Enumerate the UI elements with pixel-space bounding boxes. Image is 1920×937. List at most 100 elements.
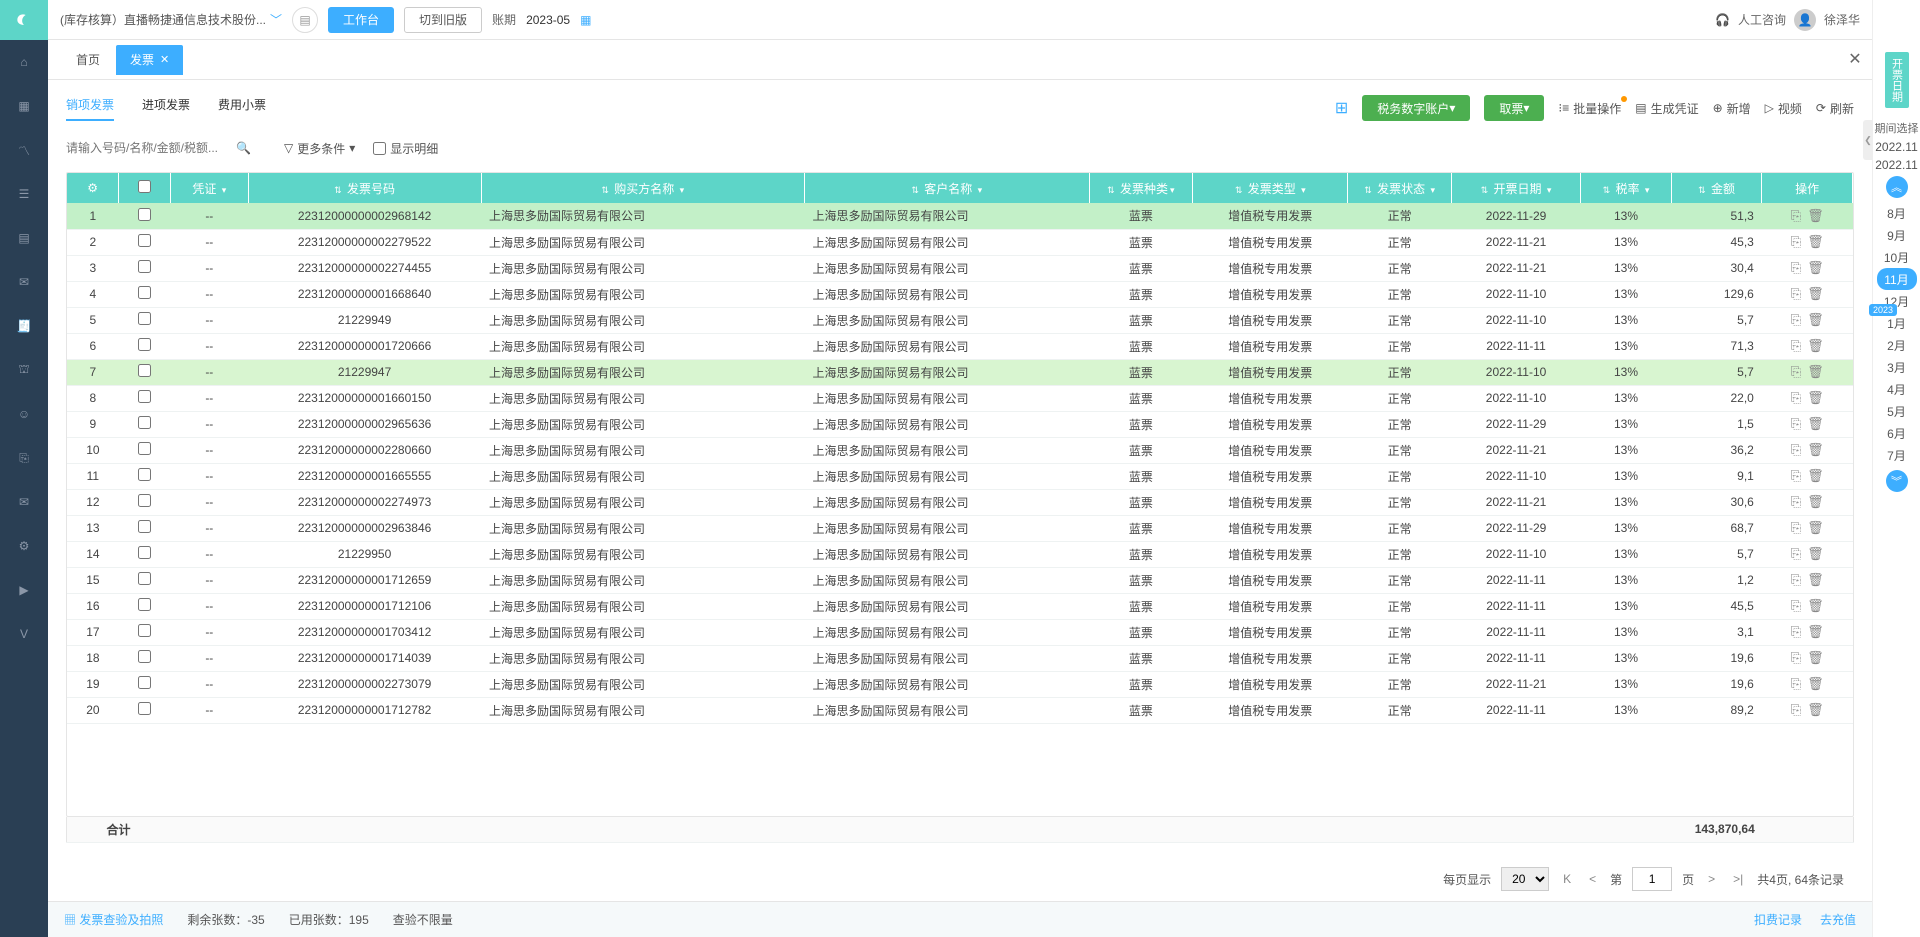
next-page-button[interactable]: > [1704,872,1719,886]
row-checkbox[interactable] [138,546,151,559]
nav-item-icon[interactable]: V [0,612,48,656]
table-row[interactable]: 13--22312000000002963846上海思多励国际贸易有限公司上海思… [67,515,1853,541]
edit-icon[interactable]: ⎘ [1791,494,1801,509]
table-row[interactable]: 8--22312000000001660150上海思多励国际贸易有限公司上海思多… [67,385,1853,411]
delete-icon[interactable]: 🗑 [1807,676,1824,691]
col-kind[interactable]: ⇅ 发票种类▾ [1089,173,1193,203]
rail-down-button[interactable]: ︾ [1886,470,1908,492]
tax-account-button[interactable]: 税务数字账户 ▾ [1362,95,1470,121]
col-rate[interactable]: ⇅ 税率 ▾ [1581,173,1672,203]
col-customer[interactable]: ⇅ 客户名称 ▾ [804,173,1089,203]
refresh-link[interactable]: ⟳ 刷新 [1816,100,1854,117]
delete-icon[interactable]: 🗑 [1807,312,1824,327]
edit-icon[interactable]: ⎘ [1791,702,1801,717]
delete-icon[interactable]: 🗑 [1807,572,1824,587]
table-row[interactable]: 14--21229950上海思多励国际贸易有限公司上海思多励国际贸易有限公司蓝票… [67,541,1853,567]
batch-op-link[interactable]: ⁝≡ 批量操作 [1558,100,1621,117]
avatar-icon[interactable]: 👤 [1794,9,1816,31]
more-filter-link[interactable]: ▽ 更多条件 ▾ [284,140,355,157]
nav-item-icon[interactable]: ▶ [0,568,48,612]
nav-settings-icon[interactable]: ⚙ [0,524,48,568]
row-checkbox[interactable] [138,338,151,351]
rail-year[interactable]: 2022.11 [1875,158,1918,172]
rail-month[interactable]: 11月 [1877,268,1917,290]
edit-icon[interactable]: ⎘ [1791,546,1801,561]
row-checkbox[interactable] [138,598,151,611]
rail-year[interactable]: 2022.11 [1875,140,1918,154]
col-type[interactable]: ⇅ 发票类型 ▾ [1193,173,1348,203]
rail-up-button[interactable]: ︽ [1886,176,1908,198]
row-checkbox[interactable] [138,390,151,403]
first-page-button[interactable]: K [1559,872,1575,886]
delete-icon[interactable]: 🗑 [1807,338,1824,353]
headset-icon[interactable]: 🎧 [1715,13,1730,27]
rail-month[interactable]: 7月 [1877,444,1917,466]
col-inv-no[interactable]: ⇅ 发票号码 [248,173,481,203]
gen-voucher-link[interactable]: ▤ 生成凭证 [1635,100,1698,117]
prev-page-button[interactable]: < [1585,872,1600,886]
delete-icon[interactable]: 🗑 [1807,364,1824,379]
table-row[interactable]: 2--22312000000002279522上海思多励国际贸易有限公司上海思多… [67,229,1853,255]
nav-item-icon[interactable]: ⛫ [0,348,48,392]
delete-icon[interactable]: 🗑 [1807,390,1824,405]
tab-invoice[interactable]: 发票 ✕ [116,45,183,75]
edit-icon[interactable]: ⎘ [1791,312,1801,327]
rail-month[interactable]: 6月 [1877,422,1917,444]
close-all-icon[interactable]: ✕ [1844,48,1866,70]
row-checkbox[interactable] [138,702,151,715]
col-amount[interactable]: ⇅ 金额 [1671,173,1762,203]
edit-icon[interactable]: ⎘ [1791,624,1801,639]
workbench-button[interactable]: 工作台 [328,7,394,33]
table-row[interactable]: 5--21229949上海思多励国际贸易有限公司上海思多励国际贸易有限公司蓝票增… [67,307,1853,333]
col-state[interactable]: ⇅ 发票状态 ▾ [1348,173,1452,203]
table-row[interactable]: 1--22312000000002968142上海思多励国际贸易有限公司上海思多… [67,203,1853,229]
audit-link[interactable]: ▦ 发票查验及拍照 [64,911,163,928]
show-detail-checkbox[interactable]: 显示明细 [373,140,438,157]
row-checkbox[interactable] [138,208,151,221]
calendar-icon[interactable]: ▦ [580,13,591,27]
table-row[interactable]: 19--22312000000002273079上海思多励国际贸易有限公司上海思… [67,671,1853,697]
edit-icon[interactable]: ⎘ [1791,650,1801,665]
nav-invoice-icon[interactable]: 🧾 [0,304,48,348]
rail-month[interactable]: 5月 [1877,400,1917,422]
row-checkbox[interactable] [138,572,151,585]
tab-home[interactable]: 首页 [62,45,114,75]
subnav-purchase[interactable]: 进项发票 [142,96,190,121]
table-row[interactable]: 18--22312000000001714039上海思多励国际贸易有限公司上海思… [67,645,1853,671]
edit-icon[interactable]: ⎘ [1791,338,1801,353]
row-checkbox[interactable] [138,650,151,663]
table-row[interactable]: 11--22312000000001665555上海思多励国际贸易有限公司上海思… [67,463,1853,489]
delete-icon[interactable]: 🗑 [1807,650,1824,665]
nav-item-icon[interactable]: ✉ [0,480,48,524]
delete-icon[interactable]: 🗑 [1807,598,1824,613]
edit-icon[interactable]: ⎘ [1791,598,1801,613]
edit-icon[interactable]: ⎘ [1791,234,1801,249]
col-gear[interactable]: ⚙ [67,173,119,203]
edit-icon[interactable]: ⎘ [1791,260,1801,275]
delete-icon[interactable]: 🗑 [1807,416,1824,431]
get-invoice-button[interactable]: 取票 ▾ [1484,95,1544,121]
delete-icon[interactable]: 🗑 [1807,546,1824,561]
delete-icon[interactable]: 🗑 [1807,702,1824,717]
video-link[interactable]: ▷ 视频 [1765,100,1802,117]
edit-icon[interactable]: ⎘ [1791,442,1801,457]
col-date[interactable]: ⇅ 开票日期 ▾ [1451,173,1580,203]
consult-link[interactable]: 人工咨询 [1738,11,1786,28]
period-value[interactable]: 2023-05 [526,13,570,27]
rail-month[interactable]: 3月 [1877,356,1917,378]
row-checkbox[interactable] [138,312,151,325]
row-checkbox[interactable] [138,624,151,637]
table-row[interactable]: 7--21229947上海思多励国际贸易有限公司上海思多励国际贸易有限公司蓝票增… [67,359,1853,385]
table-row[interactable]: 6--22312000000001720666上海思多励国际贸易有限公司上海思多… [67,333,1853,359]
delete-icon[interactable]: 🗑 [1807,234,1824,249]
close-icon[interactable]: ✕ [160,53,169,66]
table-row[interactable]: 10--22312000000002280660上海思多励国际贸易有限公司上海思… [67,437,1853,463]
delete-icon[interactable]: 🗑 [1807,286,1824,301]
delete-icon[interactable]: 🗑 [1807,494,1824,509]
nav-item-icon[interactable]: ✉ [0,260,48,304]
table-row[interactable]: 16--22312000000001712106上海思多励国际贸易有限公司上海思… [67,593,1853,619]
col-checkbox[interactable] [119,173,171,203]
per-page-select[interactable]: 20 [1501,867,1549,891]
user-name[interactable]: 徐泽华 [1824,11,1860,28]
col-buyer[interactable]: ⇅ 购买方名称 ▾ [481,173,804,203]
